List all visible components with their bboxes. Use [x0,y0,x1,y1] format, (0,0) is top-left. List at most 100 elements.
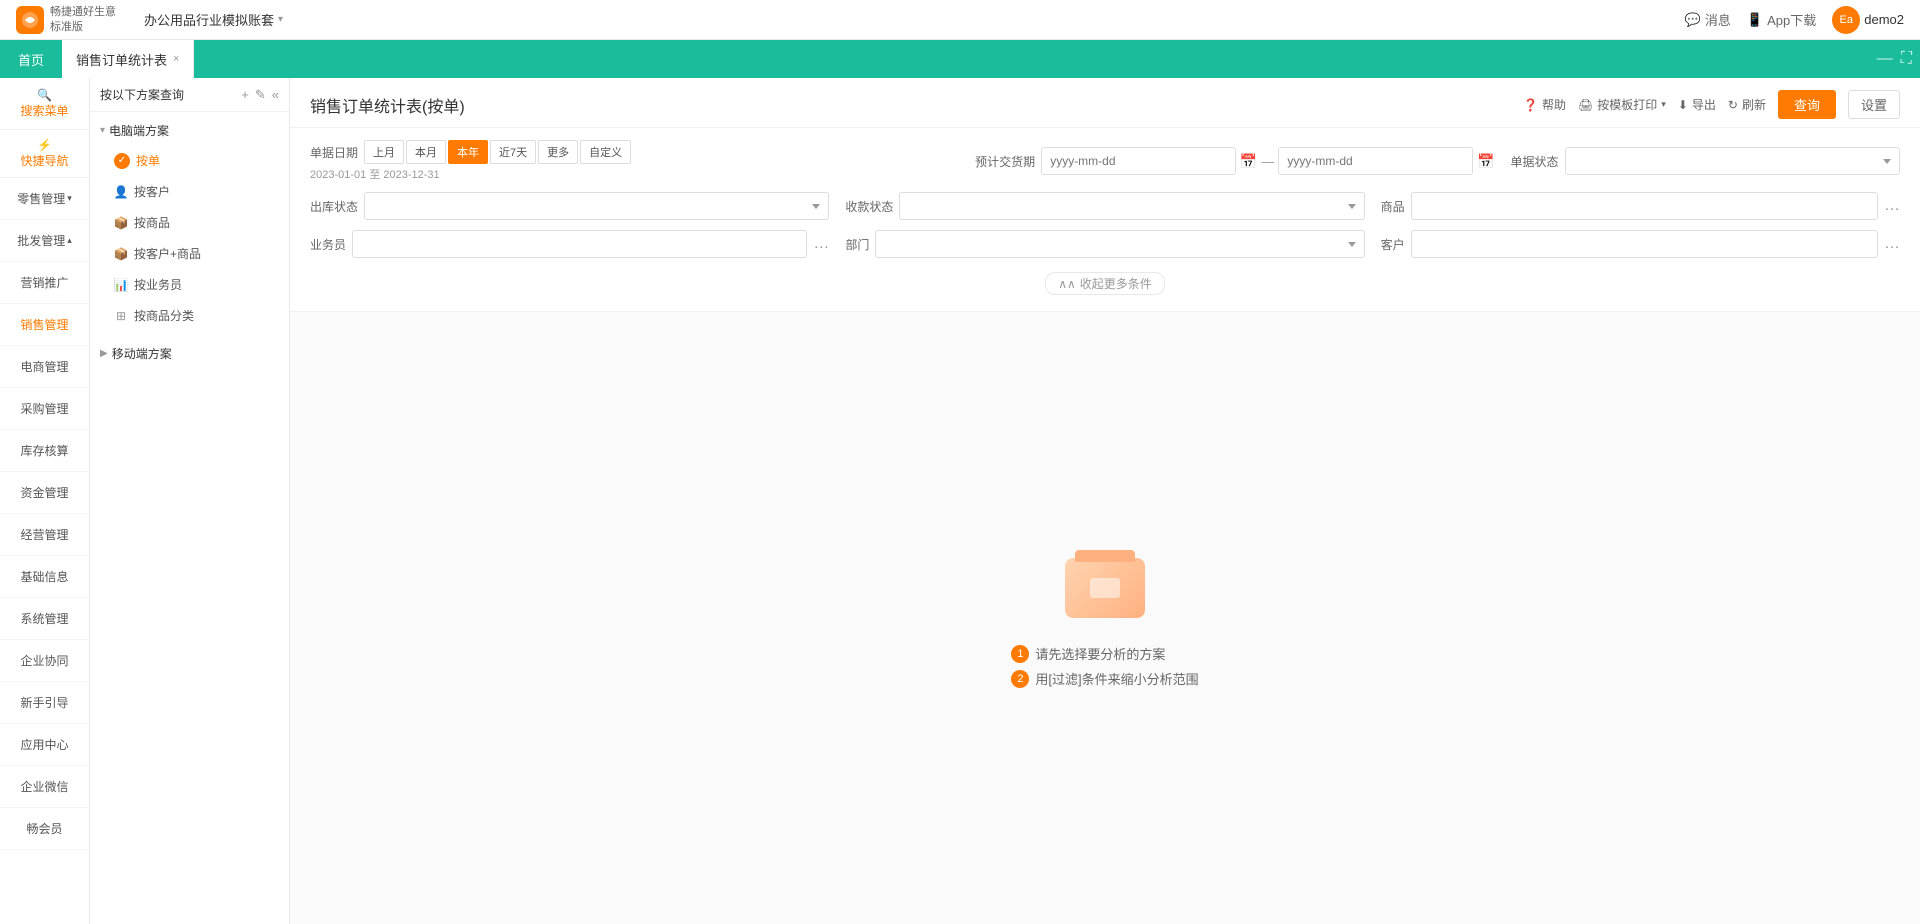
app-title: 办公用品行业模拟账套 [144,10,274,29]
app-download-button[interactable]: 📱 App下载 [1747,10,1816,29]
custom-button[interactable]: 自定义 [580,140,631,164]
staff-picker-button[interactable]: … [813,235,829,253]
product-picker-button[interactable]: … [1884,197,1900,215]
tab-close-icon[interactable]: × [173,53,179,65]
right-content: 销售订单统计表(按单) ❓ 帮助 🖨 按模板打印 ▾ ⬇ 导出 [290,78,1920,924]
page-actions: ❓ 帮助 🖨 按模板打印 ▾ ⬇ 导出 ↻ 刷新 [1523,90,1900,119]
export-button[interactable]: ⬇ 导出 [1678,96,1716,113]
sidebar-item-ecommerce[interactable]: 电商管理 [0,346,89,388]
empty-illustration [1065,548,1145,628]
filter-date: 单据日期 上月 本月 本年 近7天 更多 自定义 2023-01-0 [310,140,959,182]
sidebar-item-newbie[interactable]: 新手引导 [0,682,89,724]
main-layout: 🔍 搜索菜单 ⚡ 快捷导航 零售管理 ▾ 批发管理 ▴ 营销推广 销售管理 电商… [0,78,1920,924]
expected-date-range: 📅 — 📅 [1041,147,1494,175]
desktop-group-title[interactable]: ▾ 电脑端方案 [90,116,289,145]
download-icon: 📱 [1747,12,1763,28]
scheme-item-by-order[interactable]: ✓ 按单 [90,145,289,176]
sidebar-item-finance[interactable]: 资金管理 [0,472,89,514]
filter-pay-status: 收款状态 [845,192,1364,220]
filter-ship-status: 出库状态 [310,192,829,220]
app-title-area[interactable]: 办公用品行业模拟账套 ▾ [144,10,283,29]
sidebar-item-enterprise[interactable]: 企业协同 [0,640,89,682]
tab-minimize-icon[interactable]: — [1877,50,1893,68]
query-button[interactable]: 查询 [1778,90,1836,119]
scheme-item-by-customer-product[interactable]: 📦 按客户+商品 [90,238,289,269]
curr-year-button[interactable]: 本年 [448,140,488,164]
dept-label: 部门 [845,236,869,253]
bill-status-select[interactable] [1565,147,1900,175]
message-button[interactable]: 💬 消息 [1685,10,1731,29]
scheme-item-by-product[interactable]: 📦 按商品 [90,207,289,238]
refresh-icon: ↻ [1728,98,1738,112]
tab-active[interactable]: 销售订单统计表 × [62,40,194,78]
sidebar-item-inventory[interactable]: 库存核算 [0,430,89,472]
dept-select[interactable] [875,230,1364,258]
sidebar-item-system[interactable]: 系统管理 [0,598,89,640]
help-button[interactable]: ❓ 帮助 [1523,96,1566,113]
scheme-item-by-category[interactable]: ⊞ 按商品分类 [90,300,289,331]
staff-icon: 📊 [114,278,128,292]
scheme-item-by-staff[interactable]: 📊 按业务员 [90,269,289,300]
sidebar-item-operations[interactable]: 经营管理 [0,514,89,556]
sidebar-item-marketing[interactable]: 营销推广 [0,262,89,304]
calendar-start-icon[interactable]: 📅 [1240,153,1257,170]
user-name: demo2 [1864,12,1904,27]
sidebar-item-apps[interactable]: 应用中心 [0,724,89,766]
top-bar: 畅捷通好生意 标准版 办公用品行业模拟账套 ▾ 💬 消息 📱 App下载 Ea … [0,0,1920,40]
sidebar-item-wechat[interactable]: 企业微信 [0,766,89,808]
print-arrow-icon: ▾ [1661,99,1666,110]
product-label: 商品 [1381,198,1405,215]
expected-date-end[interactable] [1278,147,1473,175]
customer-picker-button[interactable]: … [1884,235,1900,253]
user-area[interactable]: Ea demo2 [1832,6,1904,34]
collapse-button[interactable]: ∧∧ 收起更多条件 [1045,272,1165,295]
prev-month-button[interactable]: 上月 [364,140,404,164]
customer-product-icon: 📦 [114,247,128,261]
customer-label: 客户 [1381,236,1405,253]
tab-expand-icon[interactable]: ⛶ [1901,50,1912,68]
logo-text: 畅捷通好生意 标准版 [50,5,116,34]
product-input[interactable] [1411,192,1878,220]
pay-status-select[interactable] [899,192,1364,220]
print-button[interactable]: 🖨 按模板打印 ▾ [1578,96,1666,113]
tab-bar: 首页 销售订单统计表 × — ⛶ [0,40,1920,78]
empty-box-inner [1090,578,1120,598]
7days-button[interactable]: 近7天 [490,140,536,164]
date-label: 单据日期 [310,144,358,161]
mobile-group-title[interactable]: ▶ 移动端方案 [90,339,289,368]
scheme-item-by-customer[interactable]: 👤 按客户 [90,176,289,207]
message-icon: 💬 [1685,12,1701,28]
sidebar-item-purchase[interactable]: 采购管理 [0,388,89,430]
customer-input[interactable] [1411,230,1878,258]
content-area: 按以下方案查询 + ✎ « ▾ 电脑端方案 ✓ 按单 👤 按 [90,78,1920,924]
chevron-icon: ▴ [67,235,72,246]
edit-scheme-button[interactable]: ✎ [255,87,266,103]
ship-status-select[interactable] [364,192,829,220]
filter-area: 单据日期 上月 本月 本年 近7天 更多 自定义 2023-01-0 [290,128,1920,312]
category-icon: ⊞ [114,309,128,323]
tab-home[interactable]: 首页 [0,40,62,78]
sidebar-item-basics[interactable]: 基础信息 [0,556,89,598]
empty-tips: 1 请先选择要分析的方案 2 用[过滤]条件来缩小分析范围 [1011,644,1198,688]
collapse-panel-button[interactable]: « [272,87,279,102]
sidebar-search[interactable]: 🔍 搜索菜单 [0,78,89,130]
staff-input[interactable] [352,230,807,258]
sidebar-item-members[interactable]: 畅会员 [0,808,89,850]
expected-date-start[interactable] [1041,147,1236,175]
bill-status-label: 单据状态 [1511,153,1559,170]
more-button[interactable]: 更多 [538,140,578,164]
sidebar-item-retail[interactable]: 零售管理 ▾ [0,178,89,220]
filter-expected-date: 预计交货期 📅 — 📅 [975,147,1494,175]
refresh-button[interactable]: ↻ 刷新 [1728,96,1766,113]
customer-icon: 👤 [114,185,128,199]
sidebar-item-sales[interactable]: 销售管理 [0,304,89,346]
curr-month-button[interactable]: 本月 [406,140,446,164]
settings-button[interactable]: 设置 [1848,90,1900,119]
add-scheme-button[interactable]: + [241,87,249,102]
sidebar-quick-nav[interactable]: ⚡ 快捷导航 [0,130,89,178]
help-icon: ❓ [1523,98,1538,112]
product-icon: 📦 [114,216,128,230]
calendar-end-icon[interactable]: 📅 [1477,153,1494,170]
sidebar-item-wholesale[interactable]: 批发管理 ▴ [0,220,89,262]
ship-status-label: 出库状态 [310,198,358,215]
